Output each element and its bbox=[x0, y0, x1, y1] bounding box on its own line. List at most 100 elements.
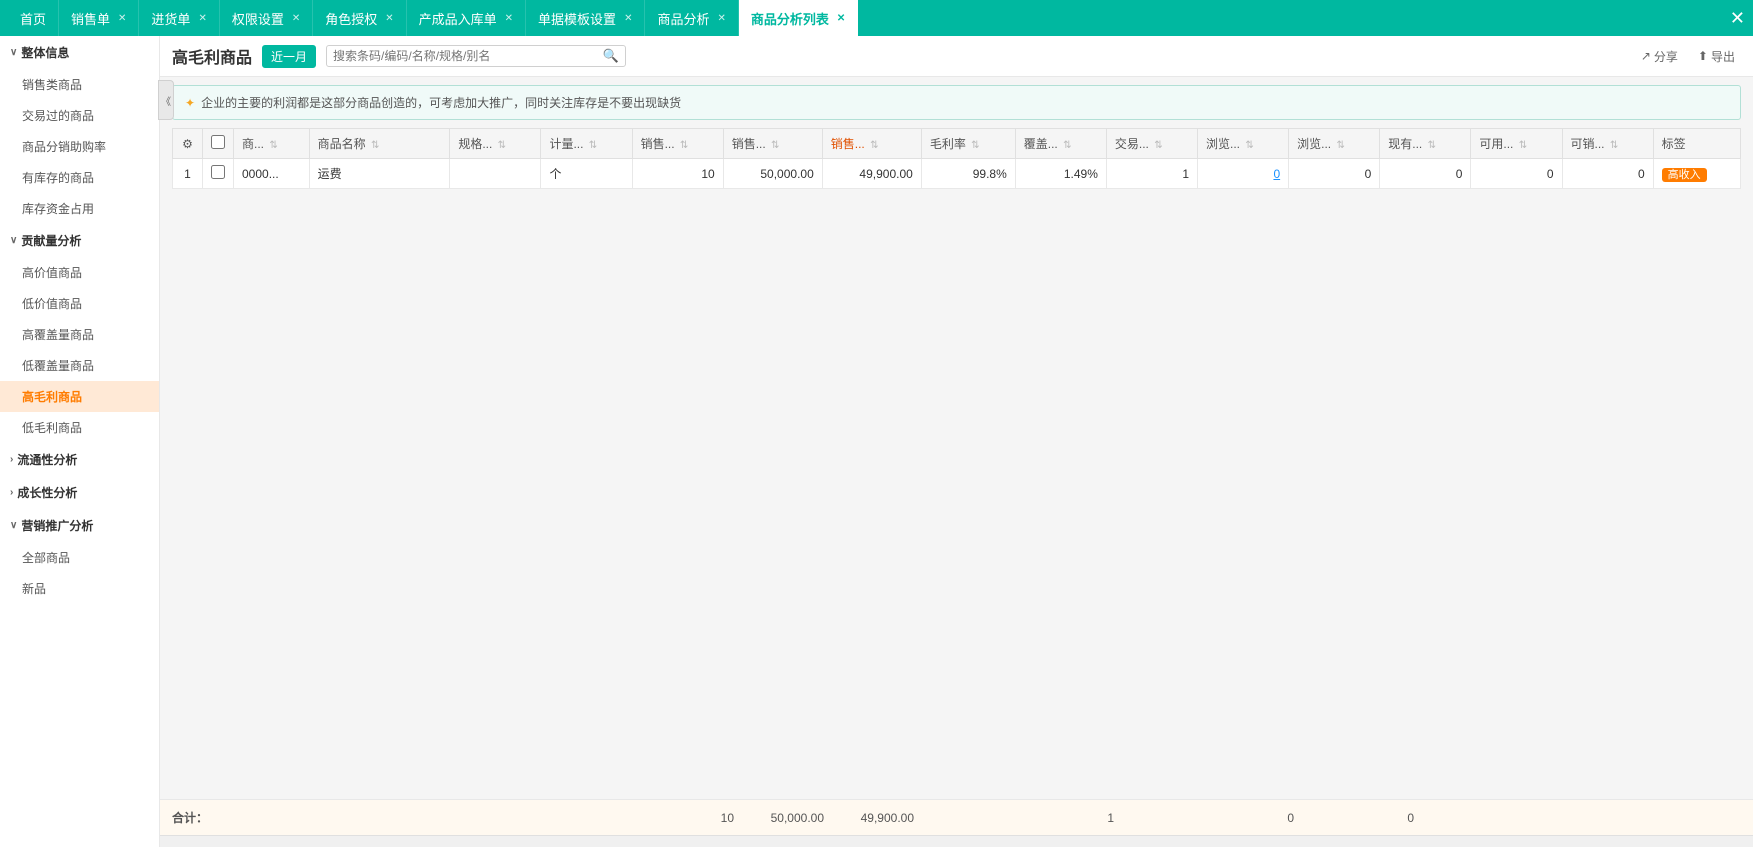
col-sellable[interactable]: 可销... ⇅ bbox=[1562, 129, 1653, 159]
nav-purchase-close[interactable]: ✕ bbox=[198, 13, 206, 24]
row-view2: 0 bbox=[1289, 159, 1380, 189]
sidebar-group-flow-label: 流通性分析 bbox=[17, 451, 77, 468]
sidebar-group-overview[interactable]: ∨ 整体信息 bbox=[0, 36, 159, 69]
nav-template[interactable]: 单据模板设置 ✕ bbox=[526, 0, 645, 36]
table-header-row: ⚙ 商... ⇅ 商品名称 ⇅ bbox=[173, 129, 1741, 159]
footer-sellable: 0 bbox=[1362, 811, 1422, 825]
nav-permission-close[interactable]: ✕ bbox=[292, 13, 300, 24]
col-current-stock[interactable]: 现有... ⇅ bbox=[1380, 129, 1471, 159]
footer-transaction: 1 bbox=[1062, 811, 1122, 825]
sidebar-item-sales-goods[interactable]: 销售类商品 bbox=[0, 69, 159, 100]
footer-sales-amount: 50,000.00 bbox=[742, 811, 832, 825]
sort-icon-coverage: ⇅ bbox=[1063, 140, 1071, 151]
sidebar-item-low-value[interactable]: 低价值商品 bbox=[0, 288, 159, 319]
sidebar-item-traded-goods[interactable]: 交易过的商品 bbox=[0, 100, 159, 131]
table-container: ⚙ 商... ⇅ 商品名称 ⇅ bbox=[160, 128, 1753, 799]
row-current-stock: 0 bbox=[1380, 159, 1471, 189]
nav-product-in-close[interactable]: ✕ bbox=[505, 13, 513, 24]
row-coverage: 1.49% bbox=[1015, 159, 1106, 189]
info-bar: ✦ 企业的主要的利润都是这部分商品创造的，可考虑加大推广，同时关注库存是不要出现… bbox=[172, 85, 1741, 120]
nav-product-analysis[interactable]: 商品分析 ✕ bbox=[645, 0, 738, 36]
sidebar-item-high-coverage[interactable]: 高覆盖量商品 bbox=[0, 319, 159, 350]
info-icon: ✦ bbox=[185, 96, 195, 110]
row-available: 0 bbox=[1471, 159, 1562, 189]
row-spec bbox=[450, 159, 541, 189]
row-sales-amount: 50,000.00 bbox=[723, 159, 822, 189]
sidebar-group-growth-label: 成长性分析 bbox=[17, 484, 77, 501]
row-sales-qty: 10 bbox=[632, 159, 723, 189]
sidebar-item-inventory-capital[interactable]: 库存资金占用 bbox=[0, 193, 159, 224]
sort-icon-unit: ⇅ bbox=[589, 140, 597, 151]
nav-purchase[interactable]: 进货单 ✕ bbox=[139, 0, 219, 36]
sort-icon-sales-amount: ⇅ bbox=[771, 140, 779, 151]
sidebar-item-new-goods[interactable]: 新品 bbox=[0, 573, 159, 604]
col-spec[interactable]: 规格... ⇅ bbox=[450, 129, 541, 159]
col-view2[interactable]: 浏览... ⇅ bbox=[1289, 129, 1380, 159]
col-view1[interactable]: 浏览... ⇅ bbox=[1198, 129, 1289, 159]
sidebar-group-marketing[interactable]: ∨ 营销推广分析 bbox=[0, 509, 159, 542]
sidebar-group-flow[interactable]: › 流通性分析 bbox=[0, 443, 159, 476]
footer-bar: 合计： 10 50,000.00 49,900.00 1 0 0 bbox=[160, 799, 1753, 835]
col-unit[interactable]: 计量... ⇅ bbox=[541, 129, 632, 159]
content-header: 高毛利商品 近一月 🔍 ↗ 分享 ⬆ 导出 bbox=[160, 36, 1753, 77]
sidebar-group-growth[interactable]: › 成长性分析 bbox=[0, 476, 159, 509]
filter-recent-month-btn[interactable]: 近一月 bbox=[262, 45, 316, 68]
nav-close-all[interactable]: ✕ bbox=[1730, 8, 1745, 29]
col-code[interactable]: 商... ⇅ bbox=[234, 129, 310, 159]
col-checkbox[interactable] bbox=[203, 129, 234, 159]
sidebar-item-low-margin[interactable]: 低毛利商品 bbox=[0, 412, 159, 443]
row-checkbox[interactable] bbox=[203, 159, 234, 189]
nav-role[interactable]: 角色授权 ✕ bbox=[313, 0, 406, 36]
row-sellable: 0 bbox=[1562, 159, 1653, 189]
col-settings[interactable]: ⚙ bbox=[173, 129, 203, 159]
nav-home[interactable]: 首页 bbox=[8, 0, 59, 36]
nav-permission[interactable]: 权限设置 ✕ bbox=[220, 0, 313, 36]
sidebar-item-distribution-rate[interactable]: 商品分销助购率 bbox=[0, 131, 159, 162]
row-view1[interactable]: 0 bbox=[1198, 159, 1289, 189]
row-sales-cost: 49,900.00 bbox=[822, 159, 921, 189]
sidebar-item-high-value[interactable]: 高价值商品 bbox=[0, 257, 159, 288]
search-icon[interactable]: 🔍 bbox=[603, 48, 619, 64]
nav-sales[interactable]: 销售单 ✕ bbox=[59, 0, 139, 36]
sidebar-item-low-coverage[interactable]: 低覆盖量商品 bbox=[0, 350, 159, 381]
horizontal-scrollbar[interactable] bbox=[160, 835, 1753, 847]
nav-product-analysis-list-close[interactable]: ✕ bbox=[837, 13, 845, 24]
sidebar-collapse-btn[interactable]: 《 bbox=[158, 80, 174, 120]
col-sales-qty[interactable]: 销售... ⇅ bbox=[632, 129, 723, 159]
col-transaction[interactable]: 交易... ⇅ bbox=[1106, 129, 1197, 159]
select-all-checkbox[interactable] bbox=[211, 135, 225, 149]
nav-product-analysis-close[interactable]: ✕ bbox=[717, 13, 725, 24]
sort-icon-gross-margin: ⇅ bbox=[971, 140, 979, 151]
nav-sales-close[interactable]: ✕ bbox=[118, 13, 126, 24]
page-title: 高毛利商品 bbox=[172, 44, 252, 68]
col-coverage[interactable]: 覆盖... ⇅ bbox=[1015, 129, 1106, 159]
main-layout: ∨ 整体信息 销售类商品 交易过的商品 商品分销助购率 有库存的商品 库存资金占… bbox=[0, 36, 1753, 847]
col-tag[interactable]: 标签 bbox=[1653, 129, 1740, 159]
sidebar-item-in-stock[interactable]: 有库存的商品 bbox=[0, 162, 159, 193]
sort-icon-sales-qty: ⇅ bbox=[680, 140, 688, 151]
nav-template-close[interactable]: ✕ bbox=[624, 13, 632, 24]
data-table: ⚙ 商... ⇅ 商品名称 ⇅ bbox=[172, 128, 1741, 189]
export-icon: ⬆ bbox=[1698, 49, 1708, 63]
col-sales-cost[interactable]: 销售... ⇅ bbox=[822, 129, 921, 159]
col-gross-margin[interactable]: 毛利率 ⇅ bbox=[921, 129, 1015, 159]
sidebar-item-high-margin[interactable]: 高毛利商品 bbox=[0, 381, 159, 412]
sidebar-group-marketing-label: 营销推广分析 bbox=[21, 517, 93, 534]
col-available[interactable]: 可用... ⇅ bbox=[1471, 129, 1562, 159]
col-sales-amount[interactable]: 销售... ⇅ bbox=[723, 129, 822, 159]
nav-product-in[interactable]: 产成品入库单 ✕ bbox=[407, 0, 526, 36]
row-select-checkbox[interactable] bbox=[211, 165, 225, 179]
col-name[interactable]: 商品名称 ⇅ bbox=[309, 129, 450, 159]
nav-product-analysis-list[interactable]: 商品分析列表 ✕ bbox=[739, 0, 858, 36]
sidebar-group-overview-label: 整体信息 bbox=[21, 44, 69, 61]
export-btn[interactable]: ⬆ 导出 bbox=[1692, 46, 1741, 67]
footer-current-stock: 0 bbox=[1242, 811, 1302, 825]
nav-role-close[interactable]: ✕ bbox=[385, 13, 393, 24]
search-input[interactable] bbox=[333, 49, 599, 63]
settings-icon[interactable]: ⚙ bbox=[182, 137, 193, 151]
sidebar-group-overview-arrow: ∨ bbox=[10, 47, 17, 58]
table-row: 1 0000... 运费 个 10 50,000.00 49,900.00 99… bbox=[173, 159, 1741, 189]
share-btn[interactable]: ↗ 分享 bbox=[1635, 46, 1684, 67]
sidebar-item-all-goods[interactable]: 全部商品 bbox=[0, 542, 159, 573]
sidebar-group-contribution[interactable]: ∨ 贡献量分析 bbox=[0, 224, 159, 257]
